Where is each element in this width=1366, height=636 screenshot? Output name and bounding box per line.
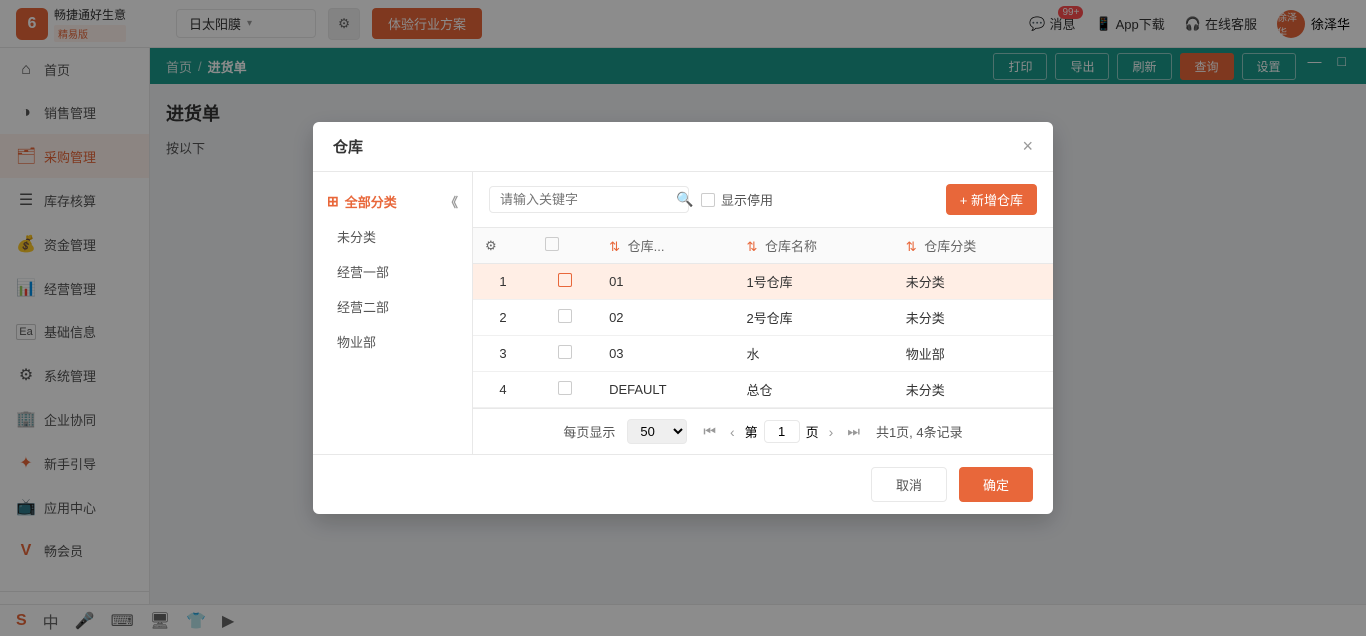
row-name: 1号仓库 bbox=[734, 264, 893, 300]
row-code: DEFAULT bbox=[597, 372, 734, 408]
table-row[interactable]: 2 02 2号仓库 未分类 bbox=[473, 300, 1053, 336]
th-name[interactable]: ⇅ 仓库名称 bbox=[734, 228, 893, 264]
page-label: 第 bbox=[745, 422, 758, 441]
th-category[interactable]: ⇅ 仓库分类 bbox=[894, 228, 1053, 264]
modal-category-property[interactable]: 物业部 bbox=[313, 324, 472, 359]
grid-icon: ⊞ bbox=[327, 193, 339, 210]
checkbox[interactable] bbox=[558, 345, 572, 359]
row-category: 未分类 bbox=[894, 300, 1053, 336]
search-box: 🔍 bbox=[489, 186, 689, 213]
table-row[interactable]: 1 01 1号仓库 未分类 bbox=[473, 264, 1053, 300]
modal-close-btn[interactable]: × bbox=[1022, 136, 1033, 157]
last-page-btn[interactable]: ⏭ bbox=[843, 421, 864, 442]
row-code: 02 bbox=[597, 300, 734, 336]
checkbox-icon bbox=[701, 193, 715, 207]
warehouse-modal: 仓库 × ⊞ 全部分类 《 未分类 经营一部 经营二部 bbox=[313, 122, 1053, 514]
settings-th-icon: ⚙ bbox=[485, 238, 497, 253]
row-category: 未分类 bbox=[894, 264, 1053, 300]
row-code: 03 bbox=[597, 336, 734, 372]
modal-category-unclassified[interactable]: 未分类 bbox=[313, 219, 472, 254]
modal-body: ⊞ 全部分类 《 未分类 经营一部 经营二部 物业部 bbox=[313, 172, 1053, 454]
checkbox[interactable] bbox=[558, 381, 572, 395]
per-page-select[interactable]: 50 10 20 100 bbox=[627, 419, 687, 444]
checkbox[interactable] bbox=[558, 273, 572, 287]
table-row[interactable]: 3 03 水 物业部 bbox=[473, 336, 1053, 372]
modal-table-wrap: ⚙ ⇅ 仓库... ⇅ bbox=[473, 228, 1053, 408]
warehouse-table: ⚙ ⇅ 仓库... ⇅ bbox=[473, 228, 1053, 408]
search-input[interactable] bbox=[500, 192, 676, 207]
row-name: 2号仓库 bbox=[734, 300, 893, 336]
modal-sidebar-all-label: 全部分类 bbox=[345, 192, 397, 211]
modal-title: 仓库 bbox=[333, 136, 363, 157]
per-page-label: 每页显示 bbox=[563, 422, 615, 441]
modal-header: 仓库 × bbox=[313, 122, 1053, 172]
page-input[interactable] bbox=[764, 420, 800, 443]
header-checkbox[interactable] bbox=[545, 237, 559, 251]
show-disabled-toggle[interactable]: 显示停用 bbox=[701, 190, 773, 209]
search-icon[interactable]: 🔍 bbox=[676, 191, 693, 208]
row-checkbox[interactable] bbox=[533, 372, 597, 408]
row-name: 总仓 bbox=[734, 372, 893, 408]
sort-icon: ⇅ bbox=[609, 239, 620, 254]
prev-page-btn[interactable]: ‹ bbox=[726, 422, 739, 442]
th-settings: ⚙ bbox=[473, 228, 533, 264]
pagination-bar: 每页显示 50 10 20 100 ⏮ ‹ 第 页 › ⏭ bbox=[473, 408, 1053, 454]
add-warehouse-btn[interactable]: + 新增仓库 bbox=[946, 184, 1037, 215]
sort-icon: ⇅ bbox=[906, 239, 917, 254]
row-num: 4 bbox=[473, 372, 533, 408]
collapse-icon[interactable]: 《 bbox=[445, 192, 458, 211]
row-code: 01 bbox=[597, 264, 734, 300]
modal-category-dept2[interactable]: 经营二部 bbox=[313, 289, 472, 324]
row-checkbox[interactable] bbox=[533, 300, 597, 336]
row-category: 物业部 bbox=[894, 336, 1053, 372]
page-unit: 页 bbox=[806, 422, 819, 441]
table-row[interactable]: 4 DEFAULT 总仓 未分类 bbox=[473, 372, 1053, 408]
row-num: 2 bbox=[473, 300, 533, 336]
checkbox[interactable] bbox=[558, 309, 572, 323]
modal-overlay: 仓库 × ⊞ 全部分类 《 未分类 经营一部 经营二部 bbox=[0, 0, 1366, 636]
row-num: 1 bbox=[473, 264, 533, 300]
row-category: 未分类 bbox=[894, 372, 1053, 408]
modal-sidebar: ⊞ 全部分类 《 未分类 经营一部 经营二部 物业部 bbox=[313, 172, 473, 454]
show-disabled-label: 显示停用 bbox=[721, 190, 773, 209]
row-checkbox[interactable] bbox=[533, 336, 597, 372]
modal-category-dept1[interactable]: 经营一部 bbox=[313, 254, 472, 289]
sort-icon: ⇅ bbox=[746, 239, 757, 254]
row-checkbox[interactable] bbox=[533, 264, 597, 300]
modal-action-footer: 取消 确定 bbox=[313, 454, 1053, 514]
th-checkbox bbox=[533, 228, 597, 264]
cancel-button[interactable]: 取消 bbox=[871, 467, 947, 502]
row-num: 3 bbox=[473, 336, 533, 372]
first-page-btn[interactable]: ⏮ bbox=[699, 421, 720, 442]
page-nav: ⏮ ‹ 第 页 › ⏭ bbox=[699, 420, 864, 443]
row-name: 水 bbox=[734, 336, 893, 372]
modal-sidebar-all[interactable]: ⊞ 全部分类 《 bbox=[313, 184, 472, 219]
modal-toolbar: 🔍 显示停用 + 新增仓库 bbox=[473, 172, 1053, 228]
th-code[interactable]: ⇅ 仓库... bbox=[597, 228, 734, 264]
page-total: 共1页, 4条记录 bbox=[876, 422, 963, 441]
next-page-btn[interactable]: › bbox=[825, 422, 838, 442]
modal-main: 🔍 显示停用 + 新增仓库 ⚙ bbox=[473, 172, 1053, 454]
confirm-button[interactable]: 确定 bbox=[959, 467, 1033, 502]
